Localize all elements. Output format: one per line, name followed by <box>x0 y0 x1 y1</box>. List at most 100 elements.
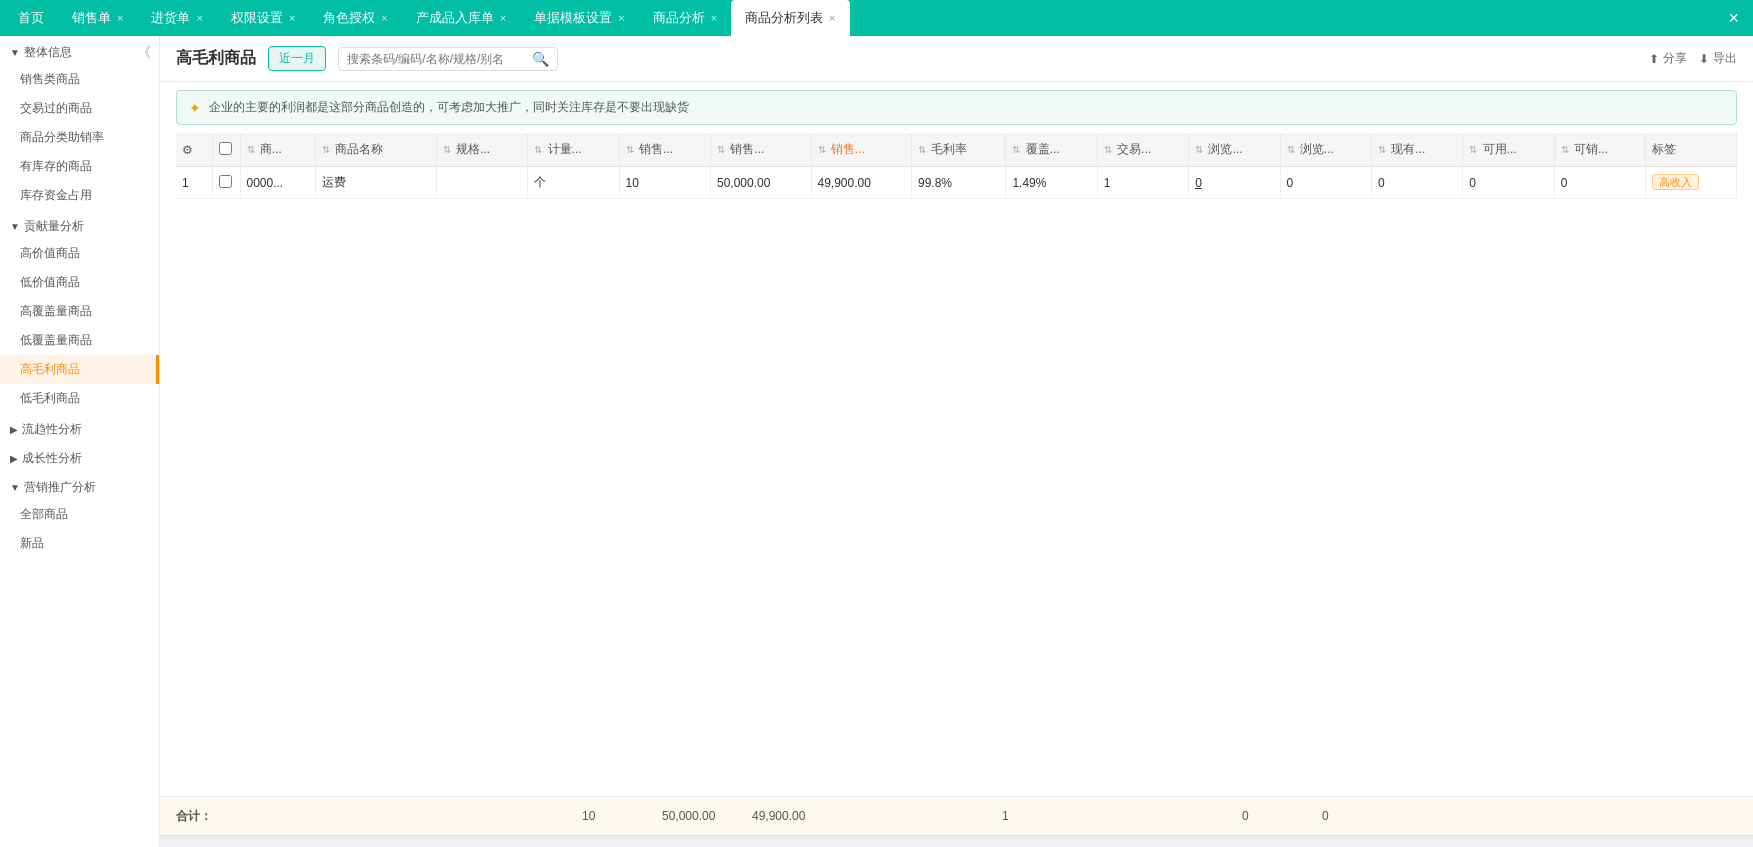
cell-tag: 高收入 <box>1646 167 1737 199</box>
footer-spacer3 <box>416 812 496 820</box>
cell-name: 运费 <box>315 167 436 199</box>
sidebar: 《 ▼ 整体信息 销售类商品 交易过的商品 商品分类助销率 有库存的商品 库存资… <box>0 36 160 847</box>
footer-transactions: 1 <box>996 805 1076 827</box>
col-coverage: ⇅ 覆盖... <box>1006 133 1097 167</box>
views1-link[interactable]: 0 <box>1195 176 1202 190</box>
filter-recent-month-btn[interactable]: 近一月 <box>268 46 326 71</box>
col-available-stock: ⇅ 可用... <box>1463 133 1554 167</box>
info-icon: ✦ <box>189 100 201 116</box>
sidebar-item-low-coverage[interactable]: 低覆盖量商品 <box>0 326 159 355</box>
nav-permissions[interactable]: 权限设置 × <box>217 0 309 36</box>
col-unit: ⇅ 计量... <box>528 133 619 167</box>
export-icon: ⬇ <box>1699 52 1709 66</box>
search-box: 🔍 <box>338 47 558 71</box>
cell-transactions: 1 <box>1097 167 1188 199</box>
footer-current-stock: 0 <box>1236 805 1316 827</box>
export-btn[interactable]: ⬇ 导出 <box>1699 50 1737 67</box>
nav-template[interactable]: 单据模板设置 × <box>520 0 638 36</box>
cell-sales-amount: 50,000.00 <box>710 167 811 199</box>
nav-roles[interactable]: 角色授权 × <box>309 0 401 36</box>
sidebar-section-trend[interactable]: ▶ 流趋性分析 <box>0 413 159 442</box>
col-views1: ⇅ 浏览... <box>1189 133 1280 167</box>
footer-available-stock: 0 <box>1316 805 1396 827</box>
close-production[interactable]: × <box>500 12 506 24</box>
sidebar-section-overall[interactable]: ▼ 整体信息 <box>0 36 159 65</box>
nav-sales-order[interactable]: 销售单 × <box>58 0 137 36</box>
cell-sales-qty: 10 <box>619 167 710 199</box>
table-container: ⚙ ⇅ 商... ⇅ 商品名称 <box>160 133 1753 796</box>
sidebar-item-sales-goods[interactable]: 销售类商品 <box>0 65 159 94</box>
cell-available-stock: 0 <box>1463 167 1554 199</box>
content-area: 高毛利商品 近一月 🔍 ⬆ 分享 ⬇ 导出 ✦ 企业的主要的利润都是这部分商品创… <box>160 36 1753 847</box>
footer-spacer2 <box>336 812 416 820</box>
footer-spacer6 <box>916 812 996 820</box>
cell-gross-margin: 99.8% <box>912 167 1006 199</box>
footer-spacer8 <box>1156 812 1236 820</box>
section-arrow-marketing: ▼ <box>10 482 20 493</box>
col-transactions: ⇅ 交易... <box>1097 133 1188 167</box>
select-all-checkbox[interactable] <box>219 142 232 155</box>
sidebar-section-marketing[interactable]: ▼ 营销推广分析 <box>0 471 159 500</box>
sidebar-item-low-margin[interactable]: 低毛利商品 <box>0 384 159 413</box>
sidebar-section-contribution[interactable]: ▼ 贡献量分析 <box>0 210 159 239</box>
search-input[interactable] <box>347 52 526 66</box>
close-all-tabs[interactable]: × <box>1718 8 1749 29</box>
sidebar-item-stock-goods[interactable]: 有库存的商品 <box>0 152 159 181</box>
main-layout: 《 ▼ 整体信息 销售类商品 交易过的商品 商品分类助销率 有库存的商品 库存资… <box>0 36 1753 847</box>
nav-production[interactable]: 产成品入库单 × <box>402 0 520 36</box>
close-sales-order[interactable]: × <box>117 12 123 24</box>
sidebar-item-high-value[interactable]: 高价值商品 <box>0 239 159 268</box>
sidebar-item-high-margin[interactable]: 高毛利商品 <box>0 355 159 384</box>
sidebar-item-low-value[interactable]: 低价值商品 <box>0 268 159 297</box>
col-views2: ⇅ 浏览... <box>1280 133 1371 167</box>
nav-purchase-order[interactable]: 进货单 × <box>137 0 216 36</box>
close-template[interactable]: × <box>618 12 624 24</box>
share-btn[interactable]: ⬆ 分享 <box>1649 50 1687 67</box>
tag-badge: 高收入 <box>1652 174 1699 190</box>
sidebar-item-category-rate[interactable]: 商品分类助销率 <box>0 123 159 152</box>
footer-spacer7 <box>1076 812 1156 820</box>
close-product-analysis[interactable]: × <box>711 12 717 24</box>
settings-icon[interactable]: ⚙ <box>182 143 193 157</box>
cell-checkbox <box>212 167 240 199</box>
footer-sales-qty: 10 <box>576 805 656 827</box>
horizontal-scrollbar[interactable] <box>160 835 1753 847</box>
close-product-analysis-list[interactable]: × <box>829 12 835 24</box>
cell-views1: 0 <box>1189 167 1280 199</box>
col-sales-amount: ⇅ 销售... <box>710 133 811 167</box>
cell-views2: 0 <box>1280 167 1371 199</box>
cell-code: 0000... <box>240 167 315 199</box>
data-table: ⚙ ⇅ 商... ⇅ 商品名称 <box>176 133 1737 199</box>
footer-sales-profit: 49,900.00 <box>746 805 836 827</box>
cell-unit: 个 <box>528 167 619 199</box>
cell-coverage: 1.49% <box>1006 167 1097 199</box>
close-purchase-order[interactable]: × <box>196 12 202 24</box>
info-banner: ✦ 企业的主要的利润都是这部分商品创造的，可考虑加大推广，同时关注库存是不要出现… <box>176 90 1737 125</box>
close-roles[interactable]: × <box>381 12 387 24</box>
sidebar-item-stock-capital[interactable]: 库存资金占用 <box>0 181 159 210</box>
section-arrow-growth: ▶ <box>10 453 18 464</box>
search-icon[interactable]: 🔍 <box>532 51 549 67</box>
footer-spacer5 <box>836 812 916 820</box>
sidebar-item-high-coverage[interactable]: 高覆盖量商品 <box>0 297 159 326</box>
col-gross-margin: ⇅ 毛利率 <box>912 133 1006 167</box>
row-checkbox[interactable] <box>219 175 232 188</box>
footer-sales-amount: 50,000.00 <box>656 805 746 827</box>
sidebar-item-traded-goods[interactable]: 交易过的商品 <box>0 94 159 123</box>
col-current-stock: ⇅ 现有... <box>1371 133 1462 167</box>
col-sales-profit: ⇅ 销售... <box>811 133 912 167</box>
col-index: ⚙ <box>176 133 212 167</box>
footer-spacer4 <box>496 812 576 820</box>
cell-index: 1 <box>176 167 212 199</box>
col-sellable-stock: ⇅ 可销... <box>1554 133 1645 167</box>
sidebar-item-new-goods[interactable]: 新品 <box>0 529 159 558</box>
sidebar-collapse-btn[interactable]: 《 <box>137 44 151 62</box>
cell-sales-profit: 49,900.00 <box>811 167 912 199</box>
nav-product-analysis[interactable]: 商品分析 × <box>639 0 731 36</box>
nav-product-analysis-list[interactable]: 商品分析列表 × <box>731 0 849 36</box>
nav-home[interactable]: 首页 <box>4 0 58 36</box>
sidebar-section-growth[interactable]: ▶ 成长性分析 <box>0 442 159 471</box>
sidebar-item-all-goods[interactable]: 全部商品 <box>0 500 159 529</box>
close-permissions[interactable]: × <box>289 12 295 24</box>
footer-totals: 合计： 10 50,000.00 49,900.00 1 0 0 <box>160 796 1753 835</box>
